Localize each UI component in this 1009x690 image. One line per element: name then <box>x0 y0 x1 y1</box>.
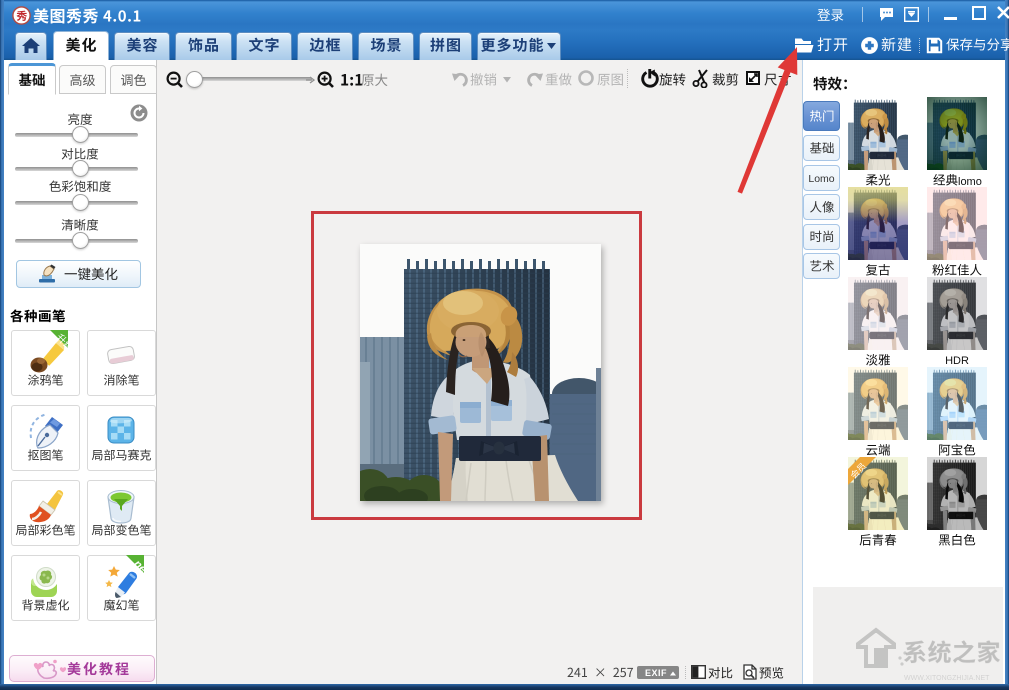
svg-text:WWW.XITONGZHIJIA.NET: WWW.XITONGZHIJIA.NET <box>904 675 990 682</box>
svg-text:EXIF: EXIF <box>645 668 667 678</box>
svg-text:new: new <box>131 558 156 583</box>
svg-text:Lomo: Lomo <box>808 173 834 185</box>
svg-text:lomo: lomo <box>958 176 982 188</box>
svg-text:HDR: HDR <box>945 355 969 367</box>
